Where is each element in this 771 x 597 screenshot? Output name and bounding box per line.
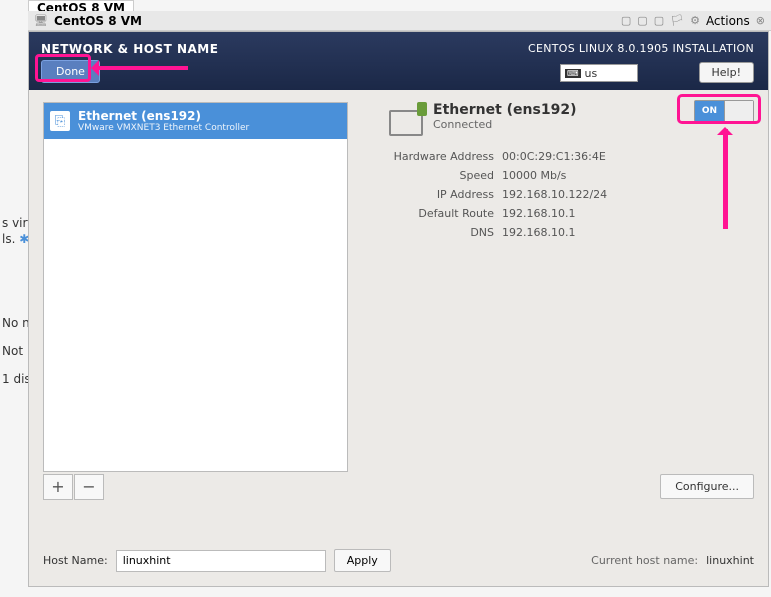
window-control-icon[interactable]: ▢: [637, 14, 647, 27]
bg-text: 1 dis: [0, 372, 31, 386]
dns-label: DNS: [389, 226, 494, 239]
product-title: CENTOS LINUX 8.0.1905 INSTALLATION: [528, 42, 754, 55]
vm-titlebar: 🖥 CentOS 8 VM ▢ ▢ ▢ 🏳 ⚙ Actions ⊗: [28, 11, 771, 31]
interface-name: Ethernet (ens192): [78, 109, 249, 123]
interface-buttons: + −: [43, 474, 348, 500]
network-card-icon: [389, 102, 425, 134]
done-button[interactable]: Done: [41, 60, 100, 83]
bg-text: No n: [0, 316, 30, 330]
hwaddr-value: 00:0C:29:C1:36:4E: [502, 150, 754, 163]
content-area: ⎘ Ethernet (ens192) VMware VMXNET3 Ether…: [29, 90, 768, 586]
chevron-icon[interactable]: ⊗: [756, 14, 765, 27]
page-title: NETWORK & HOST NAME: [41, 42, 218, 56]
interface-subtitle: VMware VMXNET3 Ethernet Controller: [78, 123, 249, 133]
hostname-row: Host Name: Apply Current host name: linu…: [43, 549, 754, 572]
detail-grid: Hardware Address 00:0C:29:C1:36:4E Speed…: [389, 150, 754, 239]
bg-text: Not i: [0, 344, 30, 358]
hostname-input[interactable]: [116, 550, 326, 572]
speed-value: 10000 Mb/s: [502, 169, 754, 182]
installer-header: NETWORK & HOST NAME CENTOS LINUX 8.0.190…: [29, 32, 768, 90]
remove-interface-button[interactable]: −: [74, 474, 104, 500]
interface-detail: Ethernet (ens192) Connected Hardware Add…: [389, 102, 754, 239]
speed-label: Speed: [389, 169, 494, 182]
bg-text: ls. ✱: [0, 232, 29, 246]
current-hostname-label: Current host name:: [591, 554, 698, 567]
connection-toggle[interactable]: ON: [694, 100, 754, 122]
ethernet-icon: ⎘: [50, 111, 70, 131]
route-value: 192.168.10.1: [502, 207, 754, 220]
keyboard-icon: ⌨: [565, 69, 581, 78]
add-interface-button[interactable]: +: [43, 474, 73, 500]
kb-label: us: [585, 67, 598, 80]
window-control-icon[interactable]: ▢: [654, 14, 664, 27]
gear-icon[interactable]: ⚙: [690, 14, 700, 27]
hwaddr-label: Hardware Address: [389, 150, 494, 163]
installer-window: NETWORK & HOST NAME CENTOS LINUX 8.0.190…: [28, 31, 769, 587]
actions-menu[interactable]: Actions: [706, 14, 750, 28]
detail-status: Connected: [433, 118, 576, 131]
annotation-arrow: [93, 66, 188, 72]
window-control-icon[interactable]: ▢: [621, 14, 631, 27]
interface-list[interactable]: ⎘ Ethernet (ens192) VMware VMXNET3 Ether…: [43, 102, 348, 472]
monitor-icon: 🖥: [34, 14, 48, 27]
ip-label: IP Address: [389, 188, 494, 201]
toggle-knob: [724, 101, 753, 121]
hostname-label: Host Name:: [43, 554, 108, 567]
dns-value: 192.168.10.1: [502, 226, 754, 239]
current-hostname-value: linuxhint: [706, 554, 754, 567]
vm-title: CentOS 8 VM: [54, 14, 142, 28]
help-button[interactable]: Help!: [699, 62, 755, 83]
configure-button[interactable]: Configure...: [660, 474, 754, 499]
ip-value: 192.168.10.122/24: [502, 188, 754, 201]
toggle-on-label: ON: [695, 101, 724, 121]
connection-toggle-area: ON: [694, 100, 754, 122]
interface-item-selected[interactable]: ⎘ Ethernet (ens192) VMware VMXNET3 Ether…: [44, 103, 347, 139]
route-label: Default Route: [389, 207, 494, 220]
apply-button[interactable]: Apply: [334, 549, 391, 572]
flag-icon: 🏳: [670, 14, 684, 27]
keyboard-layout[interactable]: ⌨ us: [560, 64, 638, 82]
detail-name: Ethernet (ens192): [433, 102, 576, 118]
